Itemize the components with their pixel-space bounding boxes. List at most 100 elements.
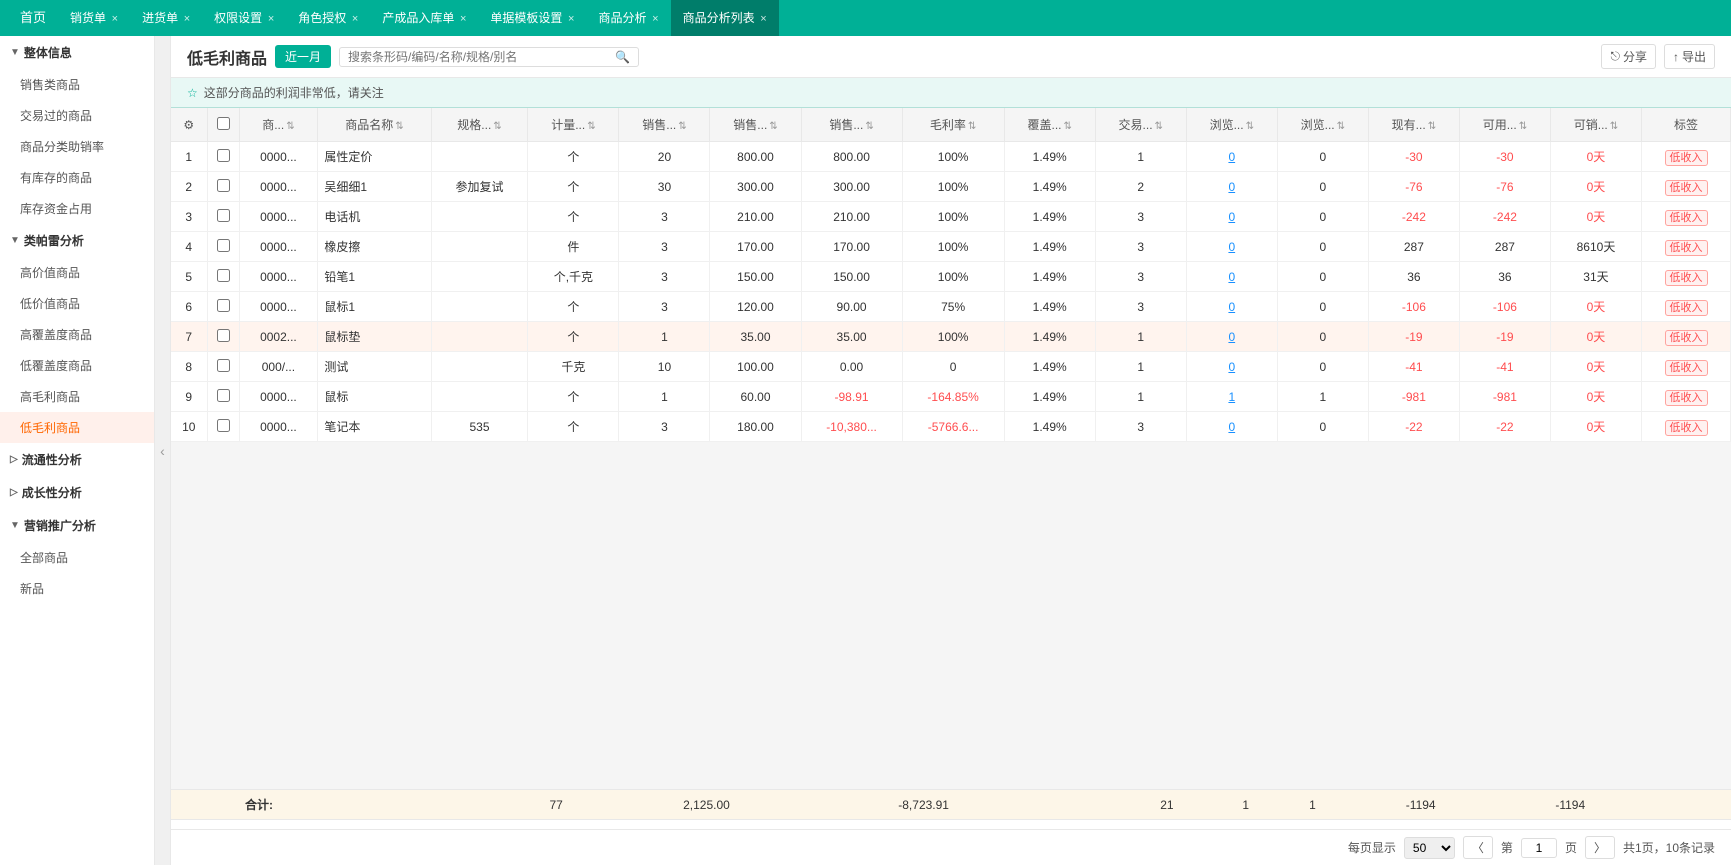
sort-sales-profit[interactable]: ⇅ xyxy=(865,121,873,132)
sort-sales-count[interactable]: ⇅ xyxy=(678,121,686,132)
sidebar-item-low-coverage[interactable]: 低覆盖度商品 xyxy=(0,350,154,381)
row-checkbox[interactable] xyxy=(207,232,239,262)
checkbox-all[interactable] xyxy=(217,117,230,130)
nav-close-sales[interactable]: × xyxy=(112,13,118,25)
sidebar-group-growth[interactable]: ▷ 成长性分析 xyxy=(0,476,154,509)
nav-close-purchase[interactable]: × xyxy=(184,13,190,25)
sort-gross-rate[interactable]: ⇅ xyxy=(968,121,976,132)
row-check-9[interactable] xyxy=(217,419,230,432)
sidebar-item-low-value[interactable]: 低价值商品 xyxy=(0,288,154,319)
row-checkbox[interactable] xyxy=(207,352,239,382)
sidebar-group-circulation[interactable]: ▷ 流通性分析 xyxy=(0,443,154,476)
browse1-link[interactable]: 0 xyxy=(1228,270,1235,284)
row-check-2[interactable] xyxy=(217,209,230,222)
nav-close-product-analysis-list[interactable]: × xyxy=(760,13,766,25)
row-browse1[interactable]: 0 xyxy=(1186,172,1277,202)
sidebar-group-overall[interactable]: ▼ 整体信息 xyxy=(0,36,154,69)
nav-close-product-entry[interactable]: × xyxy=(460,13,466,25)
nav-close-template[interactable]: × xyxy=(568,13,574,25)
row-checkbox[interactable] xyxy=(207,382,239,412)
nav-home[interactable]: 首页 xyxy=(8,0,58,36)
page-number-input[interactable] xyxy=(1521,838,1557,858)
nav-product-analysis[interactable]: 商品分析 × xyxy=(586,0,670,36)
nav-product-analysis-list[interactable]: 商品分析列表 × xyxy=(671,0,779,36)
sidebar-item-low-gross[interactable]: 低毛利商品 xyxy=(0,412,154,443)
row-browse1[interactable]: 1 xyxy=(1186,382,1277,412)
row-browse1[interactable]: 0 xyxy=(1186,202,1277,232)
row-checkbox[interactable] xyxy=(207,202,239,232)
browse1-link[interactable]: 0 xyxy=(1228,210,1235,224)
sort-browse1[interactable]: ⇅ xyxy=(1246,121,1254,132)
sidebar-item-sales-goods[interactable]: 销售类商品 xyxy=(0,69,154,100)
row-check-7[interactable] xyxy=(217,359,230,372)
row-checkbox[interactable] xyxy=(207,142,239,172)
browse1-link[interactable]: 0 xyxy=(1228,180,1235,194)
table-wrapper[interactable]: ⚙ 商...⇅ 商品名称⇅ 规格...⇅ 计量...⇅ 销售...⇅ 销售...… xyxy=(171,108,1731,789)
nav-close-product-analysis[interactable]: × xyxy=(652,13,658,25)
date-filter-button[interactable]: 近一月 xyxy=(275,45,331,68)
sidebar-item-traded-goods[interactable]: 交易过的商品 xyxy=(0,100,154,131)
nav-role[interactable]: 角色授权 × xyxy=(286,0,370,36)
browse1-link[interactable]: 0 xyxy=(1228,360,1235,374)
sidebar-group-pareto[interactable]: ▼ 类帕雷分析 xyxy=(0,224,154,257)
row-check-1[interactable] xyxy=(217,179,230,192)
sidebar-group-marketing[interactable]: ▼ 营销推广分析 xyxy=(0,509,154,542)
row-browse1[interactable]: 0 xyxy=(1186,322,1277,352)
sort-coverage[interactable]: ⇅ xyxy=(1064,121,1072,132)
sort-browse2[interactable]: ⇅ xyxy=(1337,121,1345,132)
row-checkbox[interactable] xyxy=(207,292,239,322)
sidebar-collapse-btn[interactable]: ‹ xyxy=(155,36,171,865)
row-checkbox[interactable] xyxy=(207,412,239,442)
browse1-link[interactable]: 0 xyxy=(1228,330,1235,344)
prev-page-btn[interactable]: 〈 xyxy=(1463,836,1493,859)
export-button[interactable]: ↑ 导出 xyxy=(1664,44,1715,69)
sidebar-item-all-goods[interactable]: 全部商品 xyxy=(0,542,154,573)
nav-product-entry[interactable]: 产成品入库单 × xyxy=(370,0,478,36)
share-button[interactable]: ⎋ 分享 xyxy=(1601,44,1656,69)
sidebar-item-stocked-goods[interactable]: 有库存的商品 xyxy=(0,162,154,193)
row-check-0[interactable] xyxy=(217,149,230,162)
row-check-3[interactable] xyxy=(217,239,230,252)
col-checkbox-all[interactable] xyxy=(207,108,239,142)
sort-spec[interactable]: ⇅ xyxy=(493,121,501,132)
row-checkbox[interactable] xyxy=(207,262,239,292)
sidebar-item-high-value[interactable]: 高价值商品 xyxy=(0,257,154,288)
nav-purchase[interactable]: 进货单 × xyxy=(130,0,202,36)
search-icon[interactable]: 🔍 xyxy=(615,50,630,64)
col-settings[interactable]: ⚙ xyxy=(171,108,207,142)
nav-template[interactable]: 单据模板设置 × xyxy=(478,0,586,36)
browse1-link[interactable]: 0 xyxy=(1228,420,1235,434)
row-checkbox[interactable] xyxy=(207,172,239,202)
sort-unit[interactable]: ⇅ xyxy=(587,121,595,132)
row-browse1[interactable]: 0 xyxy=(1186,412,1277,442)
row-check-8[interactable] xyxy=(217,389,230,402)
nav-close-role[interactable]: × xyxy=(352,13,358,25)
row-check-4[interactable] xyxy=(217,269,230,282)
browse1-link[interactable]: 0 xyxy=(1228,150,1235,164)
row-browse1[interactable]: 0 xyxy=(1186,232,1277,262)
browse1-link[interactable]: 0 xyxy=(1228,300,1235,314)
sidebar-item-high-coverage[interactable]: 高覆盖度商品 xyxy=(0,319,154,350)
row-check-6[interactable] xyxy=(217,329,230,342)
nav-sales[interactable]: 销货单 × xyxy=(58,0,130,36)
sort-sales-amount[interactable]: ⇅ xyxy=(769,121,777,132)
sort-name[interactable]: ⇅ xyxy=(395,121,403,132)
sort-code[interactable]: ⇅ xyxy=(286,121,294,132)
sidebar-item-category-rate[interactable]: 商品分类助销率 xyxy=(0,131,154,162)
row-check-5[interactable] xyxy=(217,299,230,312)
sidebar-item-high-gross[interactable]: 高毛利商品 xyxy=(0,381,154,412)
browse1-link[interactable]: 0 xyxy=(1228,240,1235,254)
browse1-link[interactable]: 1 xyxy=(1228,390,1235,404)
row-checkbox[interactable] xyxy=(207,322,239,352)
sort-available[interactable]: ⇅ xyxy=(1519,121,1527,132)
row-browse1[interactable]: 0 xyxy=(1186,142,1277,172)
row-browse1[interactable]: 0 xyxy=(1186,352,1277,382)
nav-close-permission[interactable]: × xyxy=(268,13,274,25)
row-browse1[interactable]: 0 xyxy=(1186,262,1277,292)
sidebar-item-inventory-capital[interactable]: 库存资金占用 xyxy=(0,193,154,224)
sort-sellable[interactable]: ⇅ xyxy=(1610,121,1618,132)
next-page-btn[interactable]: 〉 xyxy=(1585,836,1615,859)
nav-permission[interactable]: 权限设置 × xyxy=(202,0,286,36)
row-browse1[interactable]: 0 xyxy=(1186,292,1277,322)
per-page-select[interactable]: 50 100 200 xyxy=(1404,837,1455,859)
